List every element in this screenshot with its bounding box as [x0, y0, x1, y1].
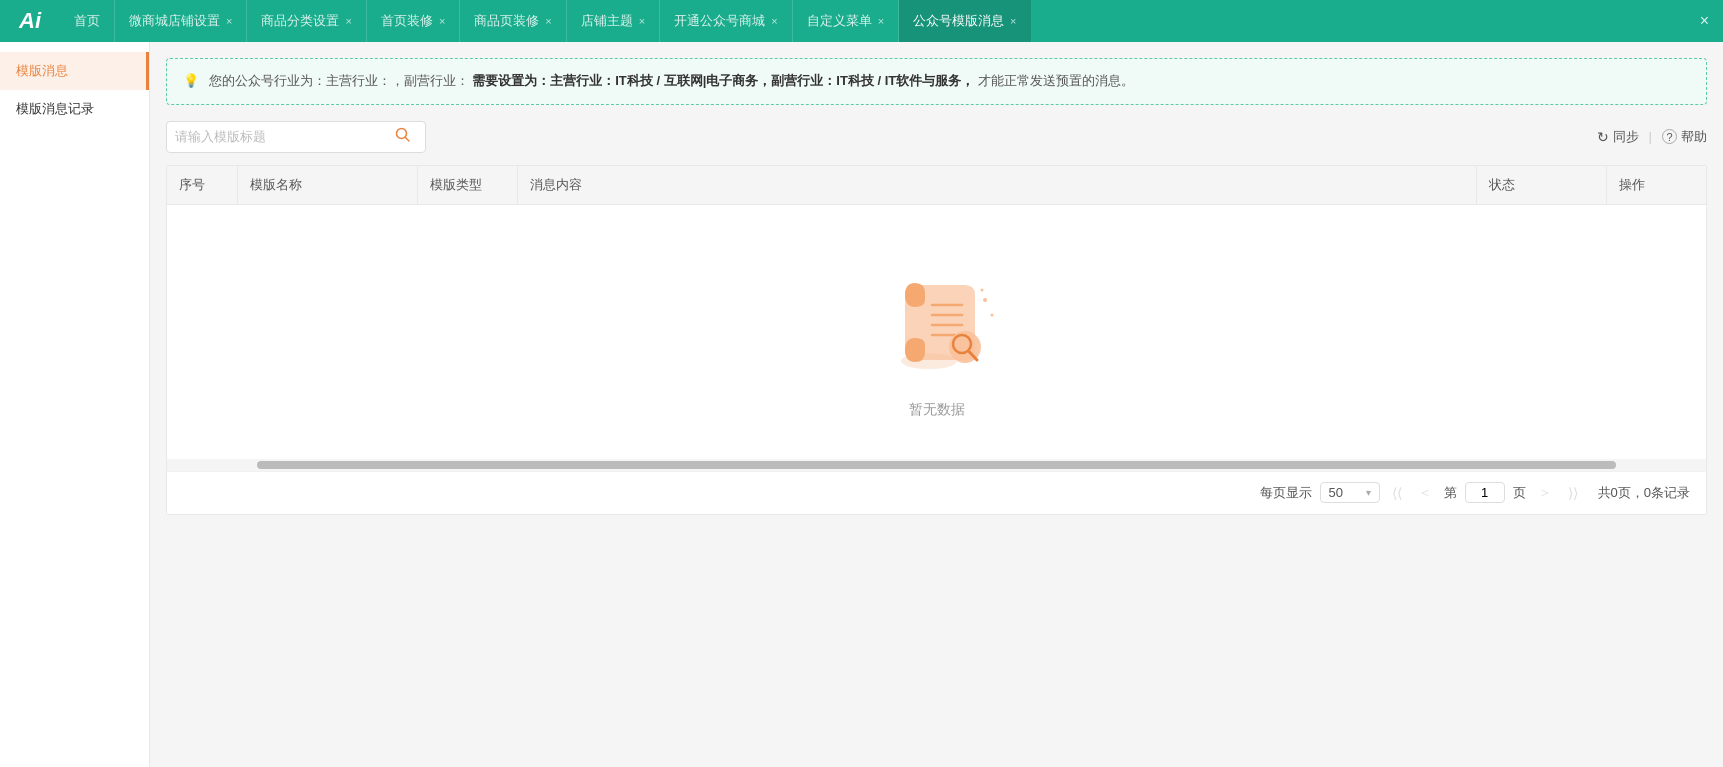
pagination: 每页显示 50 ▾ ⟨⟨ ＜ 第 页 ＞ ⟩⟩ 共0页，0条记录	[167, 471, 1706, 514]
toolbar-divider: |	[1649, 129, 1652, 144]
nav-tab-templatemsg[interactable]: 公众号模版消息 ×	[899, 0, 1031, 42]
nav-tab-mall-label: 开通公众号商城	[674, 12, 765, 30]
nav-tab-weishop[interactable]: 微商城店铺设置 ×	[115, 0, 247, 42]
col-header-type: 模版类型	[417, 166, 517, 205]
page-unit: 页	[1513, 484, 1526, 502]
nav-tab-productpage-label: 商品页装修	[474, 12, 539, 30]
nav-tab-productpage[interactable]: 商品页装修 ×	[460, 0, 566, 42]
notice-suffix: 才能正常发送预置的消息。	[978, 73, 1134, 88]
first-page-button[interactable]: ⟨⟨	[1388, 483, 1406, 503]
svg-point-12	[980, 288, 983, 291]
per-page-value: 50	[1329, 485, 1343, 500]
svg-point-10	[983, 298, 987, 302]
prev-page-button[interactable]: ＜	[1414, 482, 1436, 504]
empty-state: 暂无数据	[167, 205, 1706, 459]
col-header-seq: 序号	[167, 166, 237, 205]
sidebar-item-template-msg-label: 模版消息	[16, 63, 68, 78]
logo-text: Ai	[19, 8, 41, 34]
table-head: 序号 模版名称 模版类型 消息内容 状态	[167, 166, 1706, 205]
close-all-tabs-button[interactable]: ×	[1686, 12, 1723, 30]
nav-tab-theme-label: 店铺主题	[581, 12, 633, 30]
sidebar-item-template-msg-log[interactable]: 模版消息记录	[0, 90, 149, 128]
nav-tab-weishop-close[interactable]: ×	[226, 15, 232, 27]
nav-tab-templatemsg-close[interactable]: ×	[1010, 15, 1016, 27]
svg-point-11	[990, 313, 993, 316]
bulb-icon: 💡	[183, 73, 199, 88]
sidebar-item-template-msg-log-label: 模版消息记录	[16, 101, 94, 116]
sidebar: 模版消息 模版消息记录	[0, 42, 150, 767]
svg-line-1	[406, 138, 410, 142]
help-button[interactable]: ? 帮助	[1662, 128, 1707, 146]
col-header-status: 状态	[1476, 166, 1606, 205]
nav-tab-category-close[interactable]: ×	[345, 15, 351, 27]
per-page-dropdown-icon: ▾	[1366, 487, 1371, 498]
nav-tab-theme[interactable]: 店铺主题 ×	[567, 0, 660, 42]
per-page-label: 每页显示	[1260, 484, 1312, 502]
scrollbar-thumb[interactable]	[257, 461, 1616, 469]
horizontal-scrollbar[interactable]	[167, 459, 1706, 471]
nav-tab-mall-close[interactable]: ×	[771, 15, 777, 27]
nav-tab-custommenu[interactable]: 自定义菜单 ×	[793, 0, 899, 42]
table-body: 暂无数据	[167, 204, 1706, 459]
search-input[interactable]	[175, 129, 395, 144]
nav-tab-weishop-label: 微商城店铺设置	[129, 12, 220, 30]
sync-label: 同步	[1613, 128, 1639, 146]
nav-tab-category[interactable]: 商品分类设置 ×	[247, 0, 366, 42]
empty-text: 暂无数据	[909, 401, 965, 419]
nav-tab-custommenu-label: 自定义菜单	[807, 12, 872, 30]
data-table: 序号 模版名称 模版类型 消息内容 状态	[167, 166, 1706, 459]
search-button[interactable]	[395, 127, 411, 146]
notice-banner: 💡 您的公众号行业为：主营行业：，副营行业： 需要设置为：主营行业：IT科技 /…	[166, 58, 1707, 105]
next-page-button[interactable]: ＞	[1534, 482, 1556, 504]
nav-tab-home[interactable]: 首页	[60, 0, 115, 42]
sync-button[interactable]: ↻ 同步	[1597, 128, 1639, 146]
col-header-name: 模版名称	[237, 166, 417, 205]
notice-prefix: 您的公众号行业为：主营行业：，副营行业：	[209, 73, 469, 88]
col-header-action: 操作	[1606, 166, 1706, 205]
nav-tab-homepage-close[interactable]: ×	[439, 15, 445, 27]
main-layout: 模版消息 模版消息记录 💡 您的公众号行业为：主营行业：，副营行业： 需要设置为…	[0, 42, 1723, 767]
page-label: 第	[1444, 484, 1457, 502]
nav-tab-homepage-label: 首页装修	[381, 12, 433, 30]
logo: Ai	[0, 0, 60, 42]
help-label: 帮助	[1681, 128, 1707, 146]
sync-icon: ↻	[1597, 129, 1609, 145]
empty-illustration	[877, 265, 997, 385]
total-info: 共0页，0条记录	[1598, 484, 1690, 502]
empty-state-row: 暂无数据	[167, 204, 1706, 459]
table-header-row: 序号 模版名称 模版类型 消息内容 状态	[167, 166, 1706, 205]
per-page-select[interactable]: 50 ▾	[1320, 482, 1380, 503]
nav-tab-mall[interactable]: 开通公众号商城 ×	[660, 0, 792, 42]
help-circle-icon: ?	[1662, 129, 1677, 144]
nav-tab-theme-close[interactable]: ×	[639, 15, 645, 27]
table-wrapper: 序号 模版名称 模版类型 消息内容 状态	[166, 165, 1707, 515]
notice-highlight: 需要设置为：主营行业：IT科技 / 互联网|电子商务，副营行业：IT科技 / I…	[472, 73, 974, 88]
col-header-content: 消息内容	[517, 166, 1476, 205]
nav-tab-home-label: 首页	[74, 12, 100, 30]
last-page-button[interactable]: ⟩⟩	[1564, 483, 1582, 503]
nav-tab-templatemsg-label: 公众号模版消息	[913, 12, 1004, 30]
top-navigation: Ai 首页 微商城店铺设置 × 商品分类设置 × 首页装修 × 商品页装修 × …	[0, 0, 1723, 42]
search-bar: ↻ 同步 | ? 帮助	[166, 121, 1707, 153]
toolbar-right: ↻ 同步 | ? 帮助	[1597, 128, 1707, 146]
page-input[interactable]	[1465, 482, 1505, 503]
nav-tab-homepage[interactable]: 首页装修 ×	[367, 0, 460, 42]
nav-tab-custommenu-close[interactable]: ×	[878, 15, 884, 27]
sidebar-item-template-msg[interactable]: 模版消息	[0, 52, 149, 90]
search-input-wrap	[166, 121, 426, 153]
content-area: 💡 您的公众号行业为：主营行业：，副营行业： 需要设置为：主营行业：IT科技 /…	[150, 42, 1723, 767]
nav-tab-productpage-close[interactable]: ×	[545, 15, 551, 27]
nav-tab-category-label: 商品分类设置	[261, 12, 339, 30]
